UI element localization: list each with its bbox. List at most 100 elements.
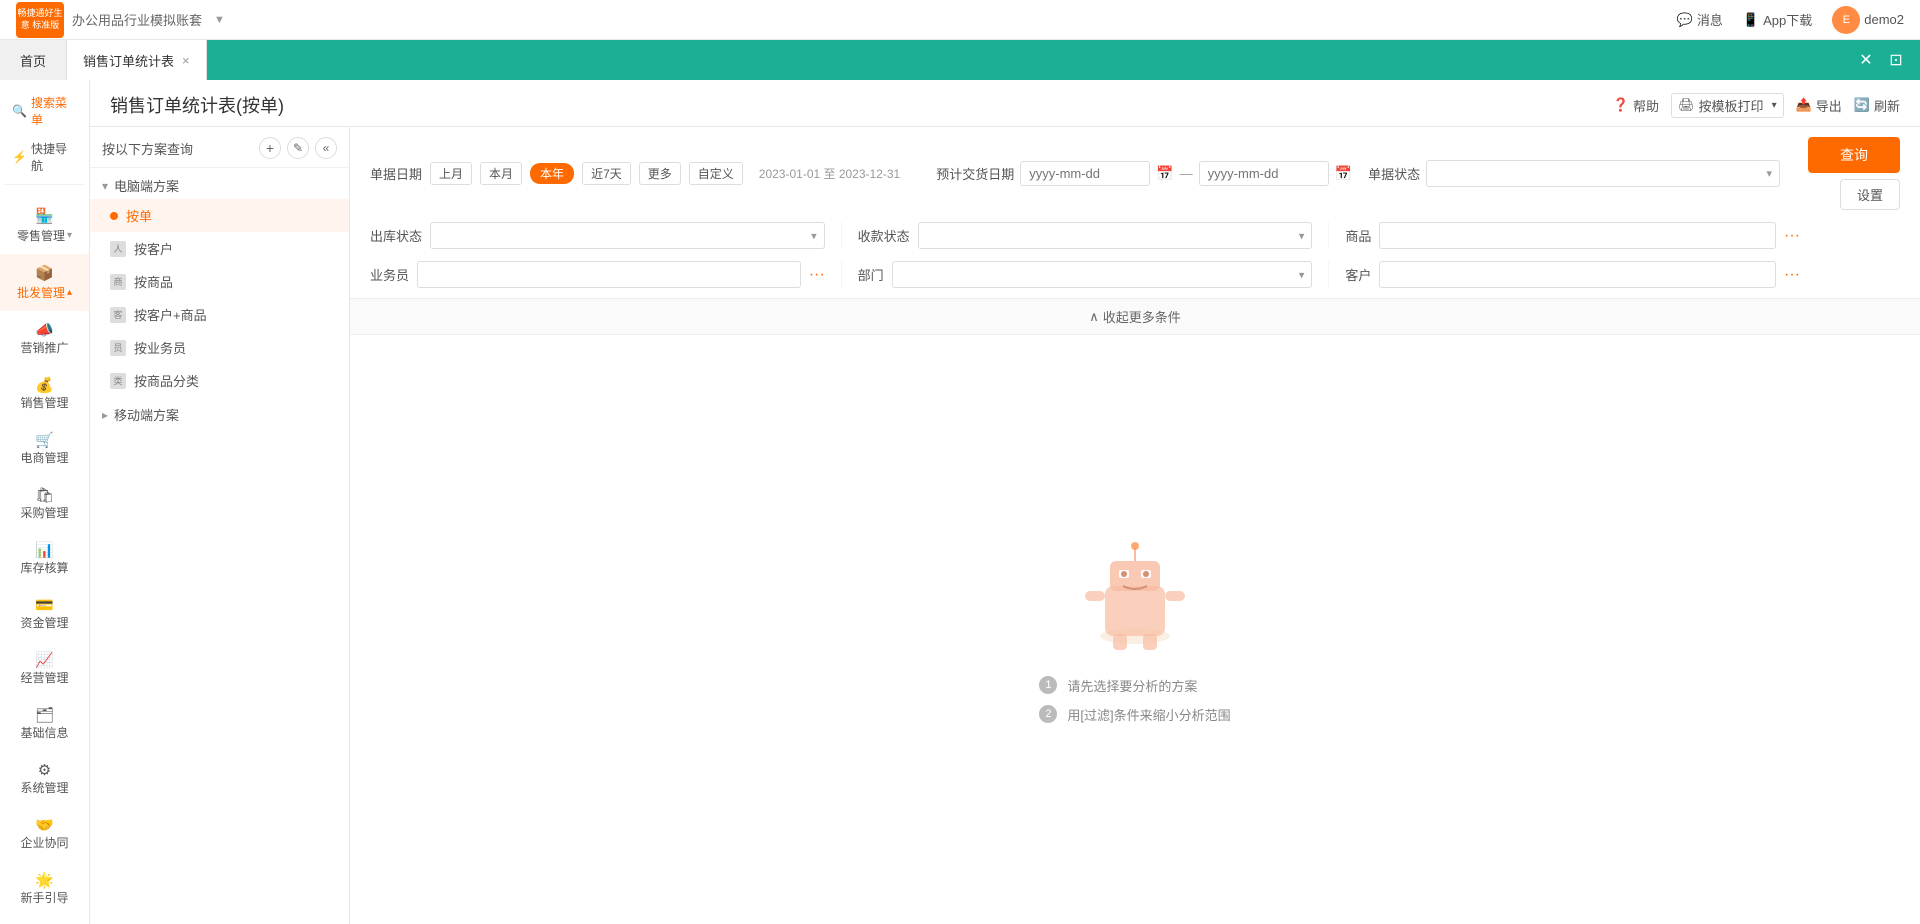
salesman-more-btn[interactable]: ··· bbox=[809, 266, 825, 284]
retail-label: 零售管理 bbox=[17, 227, 65, 244]
last7days-btn[interactable]: 近7天 bbox=[582, 162, 631, 185]
purchase-label: 采购管理 bbox=[20, 506, 68, 520]
message-icon: 💬 bbox=[1677, 12, 1693, 28]
sidebar-item-ecommerce[interactable]: 🛒 电商管理 bbox=[0, 421, 89, 476]
sidebar-item-marketing[interactable]: 📣 营销推广 bbox=[0, 311, 89, 366]
tree-item-by-customer-goods[interactable]: 客 按客户+商品 bbox=[90, 298, 349, 331]
salesman-input[interactable] bbox=[417, 261, 801, 288]
collapse-text: 收起更多条件 bbox=[1103, 307, 1181, 326]
tab-home[interactable]: 首页 bbox=[0, 40, 67, 80]
goods-more-btn[interactable]: ··· bbox=[1784, 227, 1800, 245]
settings-btn[interactable]: 设置 bbox=[1840, 179, 1900, 210]
search-menu-btn[interactable]: 🔍 搜索菜单 bbox=[4, 88, 85, 134]
content-area: 销售订单统计表(按单) ❓ 帮助 🖨 按模板打印 ▾ 📤 导出 🔄 刷新 bbox=[90, 80, 1920, 924]
tree-item-by-order-label: 按单 bbox=[126, 206, 152, 225]
left-panel-title: 按以下方案查询 bbox=[102, 139, 193, 158]
collapse-bar[interactable]: ∧ 收起更多条件 bbox=[350, 298, 1920, 334]
dept-select[interactable] bbox=[892, 261, 1313, 288]
page-header: 销售订单统计表(按单) ❓ 帮助 🖨 按模板打印 ▾ 📤 导出 🔄 刷新 bbox=[90, 80, 1920, 127]
filters-area: 单据日期 上月 本月 本年 近7天 更多 自定义 2023-01-01 至 20… bbox=[350, 127, 1920, 335]
sidebar-item-basic[interactable]: 🗂 基础信息 bbox=[0, 696, 89, 751]
close-all-btn[interactable]: ✕ bbox=[1854, 48, 1878, 72]
custom-date-btn[interactable]: 自定义 bbox=[689, 162, 743, 185]
query-btn[interactable]: 查询 bbox=[1808, 137, 1900, 173]
main-right: 单据日期 上月 本月 本年 近7天 更多 自定义 2023-01-01 至 20… bbox=[350, 127, 1920, 924]
tree-list: 按单 人 按客户 商 按商品 客 按客户+商品 bbox=[90, 199, 349, 397]
empty-tips: 1 请先选择要分析的方案 2 用[过滤]条件来缩小分析范围 bbox=[1039, 676, 1230, 724]
dept-label: 部门 bbox=[858, 265, 884, 284]
user-btn[interactable]: E demo2 bbox=[1832, 6, 1904, 34]
top-bar: 畅捷通好生意 标准版 办公用品行业模拟账套 ▼ 💬 消息 📱 App下载 E d… bbox=[0, 0, 1920, 40]
refresh-btn[interactable]: 🔄 刷新 bbox=[1854, 96, 1900, 115]
app-title[interactable]: 办公用品行业模拟账套 bbox=[72, 10, 202, 29]
inventory-icon: 📊 bbox=[35, 542, 54, 559]
wholesale-arrow: ▴ bbox=[67, 287, 72, 298]
status-filter-group: 单据状态 ▾ bbox=[1368, 160, 1780, 187]
tree-item-by-goods[interactable]: 商 按商品 bbox=[90, 265, 349, 298]
maximize-btn[interactable]: ⊡ bbox=[1884, 48, 1908, 72]
tree-item-by-order[interactable]: 按单 bbox=[90, 199, 349, 232]
customer-more-btn[interactable]: ··· bbox=[1784, 266, 1800, 284]
sidebar-item-system[interactable]: ⚙ 系统管理 bbox=[0, 751, 89, 806]
tree-item-by-goods-label: 按商品 bbox=[134, 272, 173, 291]
customer-input[interactable] bbox=[1379, 261, 1776, 288]
status-select[interactable] bbox=[1426, 160, 1780, 187]
search-menu-label: 搜索菜单 bbox=[31, 94, 77, 128]
system-label: 系统管理 bbox=[20, 781, 68, 795]
sidebar-item-sales[interactable]: 💰 销售管理 bbox=[0, 366, 89, 421]
sidebar-item-wholesale[interactable]: 📦 批发管理 ▴ bbox=[0, 254, 89, 311]
tab-current[interactable]: 销售订单统计表 × bbox=[67, 40, 207, 80]
sidebar-item-apps[interactable]: 🔲 应用中心 bbox=[0, 916, 89, 924]
payment-select[interactable] bbox=[918, 222, 1313, 249]
app-download-btn[interactable]: 📱 App下载 bbox=[1743, 10, 1812, 29]
edit-scheme-btn[interactable]: ✎ bbox=[287, 137, 309, 159]
empty-illustration bbox=[1075, 536, 1195, 656]
sidebar-item-finance[interactable]: 💳 资金管理 bbox=[0, 586, 89, 641]
warehouse-select-wrapper: ▾ bbox=[430, 222, 825, 249]
sidebar-item-operations[interactable]: 📈 经营管理 bbox=[0, 641, 89, 696]
wholesale-label: 批发管理 bbox=[17, 284, 65, 301]
help-label: 帮助 bbox=[1633, 96, 1659, 115]
goods-icon: 商 bbox=[110, 274, 126, 290]
tab-close-icon[interactable]: × bbox=[182, 53, 190, 68]
tree-item-by-category[interactable]: 类 按商品分类 bbox=[90, 364, 349, 397]
purchase-icon: 🛍 bbox=[35, 487, 54, 504]
sidebar-item-purchase[interactable]: 🛍 采购管理 bbox=[0, 476, 89, 531]
payment-select-wrapper: ▾ bbox=[918, 222, 1313, 249]
tree-item-by-customer[interactable]: 人 按客户 bbox=[90, 232, 349, 265]
app-download-label: App下载 bbox=[1763, 10, 1812, 29]
tree-item-by-salesman[interactable]: 员 按业务员 bbox=[90, 331, 349, 364]
sidebar-item-retail[interactable]: 🏪 零售管理 ▾ bbox=[0, 197, 89, 254]
print-btn[interactable]: 🖨 按模板打印 ▾ bbox=[1671, 93, 1784, 118]
finance-icon: 💳 bbox=[35, 597, 54, 614]
warehouse-select[interactable] bbox=[430, 222, 825, 249]
sidebar-item-inventory[interactable]: 📊 库存核算 bbox=[0, 531, 89, 586]
app-title-arrow[interactable]: ▼ bbox=[214, 14, 225, 26]
this-year-btn[interactable]: 本年 bbox=[530, 163, 574, 184]
logo: 畅捷通好生意 标准版 bbox=[16, 2, 64, 38]
add-scheme-btn[interactable]: + bbox=[259, 137, 281, 159]
sales-label: 销售管理 bbox=[20, 396, 68, 410]
page-title: 销售订单统计表(按单) bbox=[110, 92, 284, 118]
sidebar-item-collaboration[interactable]: 🤝 企业协同 bbox=[0, 806, 89, 861]
export-btn[interactable]: 📤 导出 bbox=[1796, 96, 1842, 115]
tree-item-by-customer-label: 按客户 bbox=[134, 239, 173, 258]
this-month-btn[interactable]: 本月 bbox=[480, 162, 522, 185]
pred-date-end-input[interactable] bbox=[1199, 161, 1329, 186]
goods-input[interactable] bbox=[1379, 222, 1776, 249]
basic-label: 基础信息 bbox=[20, 726, 68, 740]
more-date-btn[interactable]: 更多 bbox=[639, 162, 681, 185]
message-btn[interactable]: 💬 消息 bbox=[1677, 10, 1723, 29]
retail-arrow: ▾ bbox=[67, 230, 72, 241]
body-area: 按以下方案查询 + ✎ « ▾ 电脑端方案 按单 bbox=[90, 127, 1920, 924]
username: demo2 bbox=[1864, 12, 1904, 27]
help-btn[interactable]: ❓ 帮助 bbox=[1613, 96, 1659, 115]
quick-nav-btn[interactable]: ⚡ 快捷导航 bbox=[4, 134, 85, 180]
tip2-num-icon: 2 bbox=[1039, 705, 1057, 723]
collapse-panel-btn[interactable]: « bbox=[315, 137, 337, 159]
tab-actions: ✕ ⊡ bbox=[1854, 48, 1920, 72]
pred-date-start-input[interactable] bbox=[1020, 161, 1150, 186]
sidebar-item-guide[interactable]: 🌟 新手引导 bbox=[0, 861, 89, 916]
last-month-btn[interactable]: 上月 bbox=[430, 162, 472, 185]
tab-bar: 首页 销售订单统计表 × ✕ ⊡ bbox=[0, 40, 1920, 80]
